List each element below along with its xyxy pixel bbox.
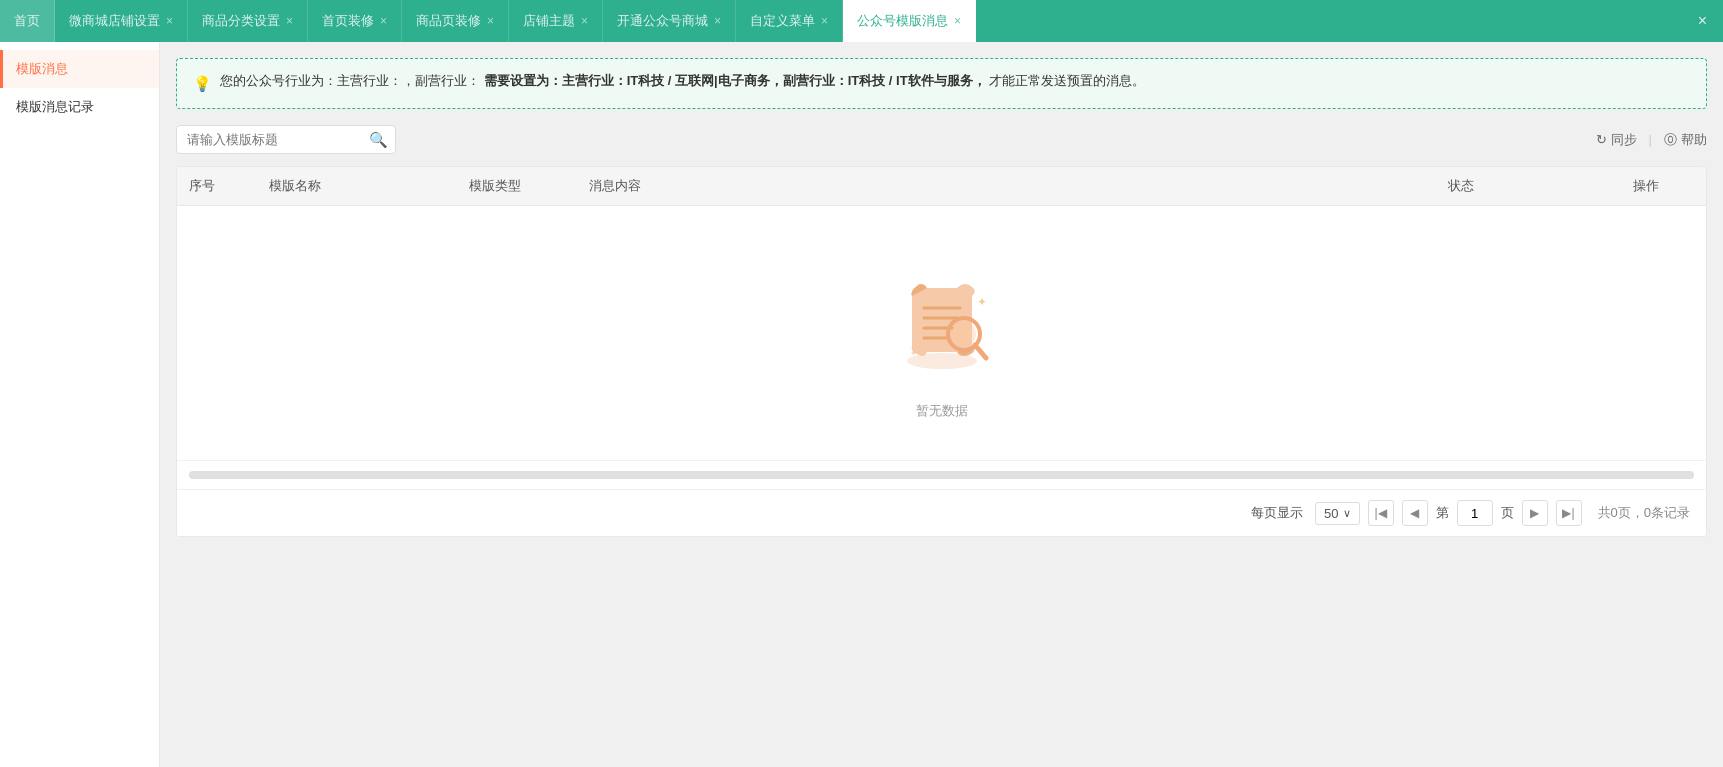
page-unit: 页 [1501, 504, 1514, 522]
notice-suffix: 才能正常发送预置的消息。 [989, 73, 1145, 88]
tab-home[interactable]: 首页 [0, 0, 55, 42]
tab-category-settings[interactable]: 商品分类设置 × [188, 0, 308, 42]
main-layout: 模版消息 模版消息记录 💡 您的公众号行业为：主营行业：，副营行业： 需要设置为… [0, 42, 1723, 767]
last-page-button[interactable]: ▶| [1556, 500, 1582, 526]
svg-line-7 [975, 345, 986, 358]
th-name: 模版名称 [257, 167, 457, 205]
search-right: ↻ 同步 | ⓪ 帮助 [1596, 131, 1707, 149]
th-seq: 序号 [177, 167, 257, 205]
th-type: 模版类型 [457, 167, 577, 205]
th-action: 操作 [1586, 167, 1706, 205]
total-info: 共0页，0条记录 [1598, 504, 1690, 522]
close-tab-template-msg[interactable]: × [954, 15, 961, 27]
per-page-label: 每页显示 [1251, 504, 1303, 522]
svg-point-6 [952, 322, 976, 346]
bulb-icon: 💡 [193, 72, 212, 96]
close-tab-product-decor[interactable]: × [487, 15, 494, 27]
sidebar: 模版消息 模版消息记录 [0, 42, 160, 767]
empty-text: 暂无数据 [916, 402, 968, 420]
scrollbar-area [177, 460, 1706, 489]
sidebar-item-template-msg-record[interactable]: 模版消息记录 [0, 88, 159, 126]
sync-icon: ↻ [1596, 132, 1607, 147]
tab-product-decor[interactable]: 商品页装修 × [402, 0, 509, 42]
th-status: 状态 [1436, 167, 1586, 205]
notice-box: 💡 您的公众号行业为：主营行业：，副营行业： 需要设置为：主营行业：IT科技 /… [176, 58, 1707, 109]
top-nav: 首页 微商城店铺设置 × 商品分类设置 × 首页装修 × 商品页装修 × 店铺主… [0, 0, 1723, 42]
sync-button[interactable]: ↻ 同步 [1596, 131, 1637, 149]
sidebar-item-template-msg[interactable]: 模版消息 [0, 50, 159, 88]
per-page-value: 50 [1324, 506, 1338, 521]
search-input-wrap: 🔍 [176, 125, 396, 154]
search-bar: 🔍 ↻ 同步 | ⓪ 帮助 [176, 125, 1707, 154]
search-button[interactable]: 🔍 [369, 131, 388, 149]
table-header: 序号 模版名称 模版类型 消息内容 状态 操作 [177, 167, 1706, 206]
tab-home-decor[interactable]: 首页装修 × [308, 0, 402, 42]
dropdown-icon: ∨ [1343, 507, 1351, 520]
page-label: 第 [1436, 504, 1449, 522]
global-close-button[interactable]: × [1682, 12, 1723, 30]
notice-prefix: 您的公众号行业为：主营行业：，副营行业： [220, 73, 480, 88]
search-input[interactable] [176, 125, 396, 154]
empty-state: ✦ ✦ 暂无数据 [177, 206, 1706, 460]
divider: | [1649, 132, 1652, 147]
per-page-select[interactable]: 50 ∨ [1315, 502, 1359, 525]
content-area: 💡 您的公众号行业为：主营行业：，副营行业： 需要设置为：主营行业：IT科技 /… [160, 42, 1723, 767]
tab-shop-settings[interactable]: 微商城店铺设置 × [55, 0, 188, 42]
close-tab-shop-theme[interactable]: × [581, 15, 588, 27]
page-input[interactable] [1457, 500, 1493, 526]
tab-template-msg[interactable]: 公众号模版消息 × [843, 0, 976, 42]
sync-label: 同步 [1611, 131, 1637, 149]
next-page-button[interactable]: ▶ [1522, 500, 1548, 526]
help-icon: ⓪ [1664, 131, 1677, 149]
close-tab-home-decor[interactable]: × [380, 15, 387, 27]
tab-custom-menu[interactable]: 自定义菜单 × [736, 0, 843, 42]
prev-page-button[interactable]: ◀ [1402, 500, 1428, 526]
tab-open-mall[interactable]: 开通公众号商城 × [603, 0, 736, 42]
svg-text:✦: ✦ [977, 295, 987, 309]
tab-shop-theme[interactable]: 店铺主题 × [509, 0, 603, 42]
close-tab-category[interactable]: × [286, 15, 293, 27]
close-tab-custom-menu[interactable]: × [821, 15, 828, 27]
search-left: 🔍 [176, 125, 396, 154]
help-button[interactable]: ⓪ 帮助 [1664, 131, 1707, 149]
notice-highlight: 需要设置为：主营行业：IT科技 / 互联网|电子商务，副营行业：IT科技 / I… [484, 73, 986, 88]
close-tab-open-mall[interactable]: × [714, 15, 721, 27]
close-tab-shop-settings[interactable]: × [166, 15, 173, 27]
th-content: 消息内容 [577, 167, 1436, 205]
help-label: 帮助 [1681, 131, 1707, 149]
data-table: 序号 模版名称 模版类型 消息内容 状态 操作 [176, 166, 1707, 537]
pagination: 每页显示 50 ∨ |◀ ◀ 第 页 ▶ ▶| 共0页，0条记录 [177, 489, 1706, 536]
first-page-button[interactable]: |◀ [1368, 500, 1394, 526]
empty-icon: ✦ ✦ [882, 266, 1002, 386]
horizontal-scrollbar[interactable] [189, 471, 1694, 479]
svg-text:✦: ✦ [910, 349, 917, 358]
